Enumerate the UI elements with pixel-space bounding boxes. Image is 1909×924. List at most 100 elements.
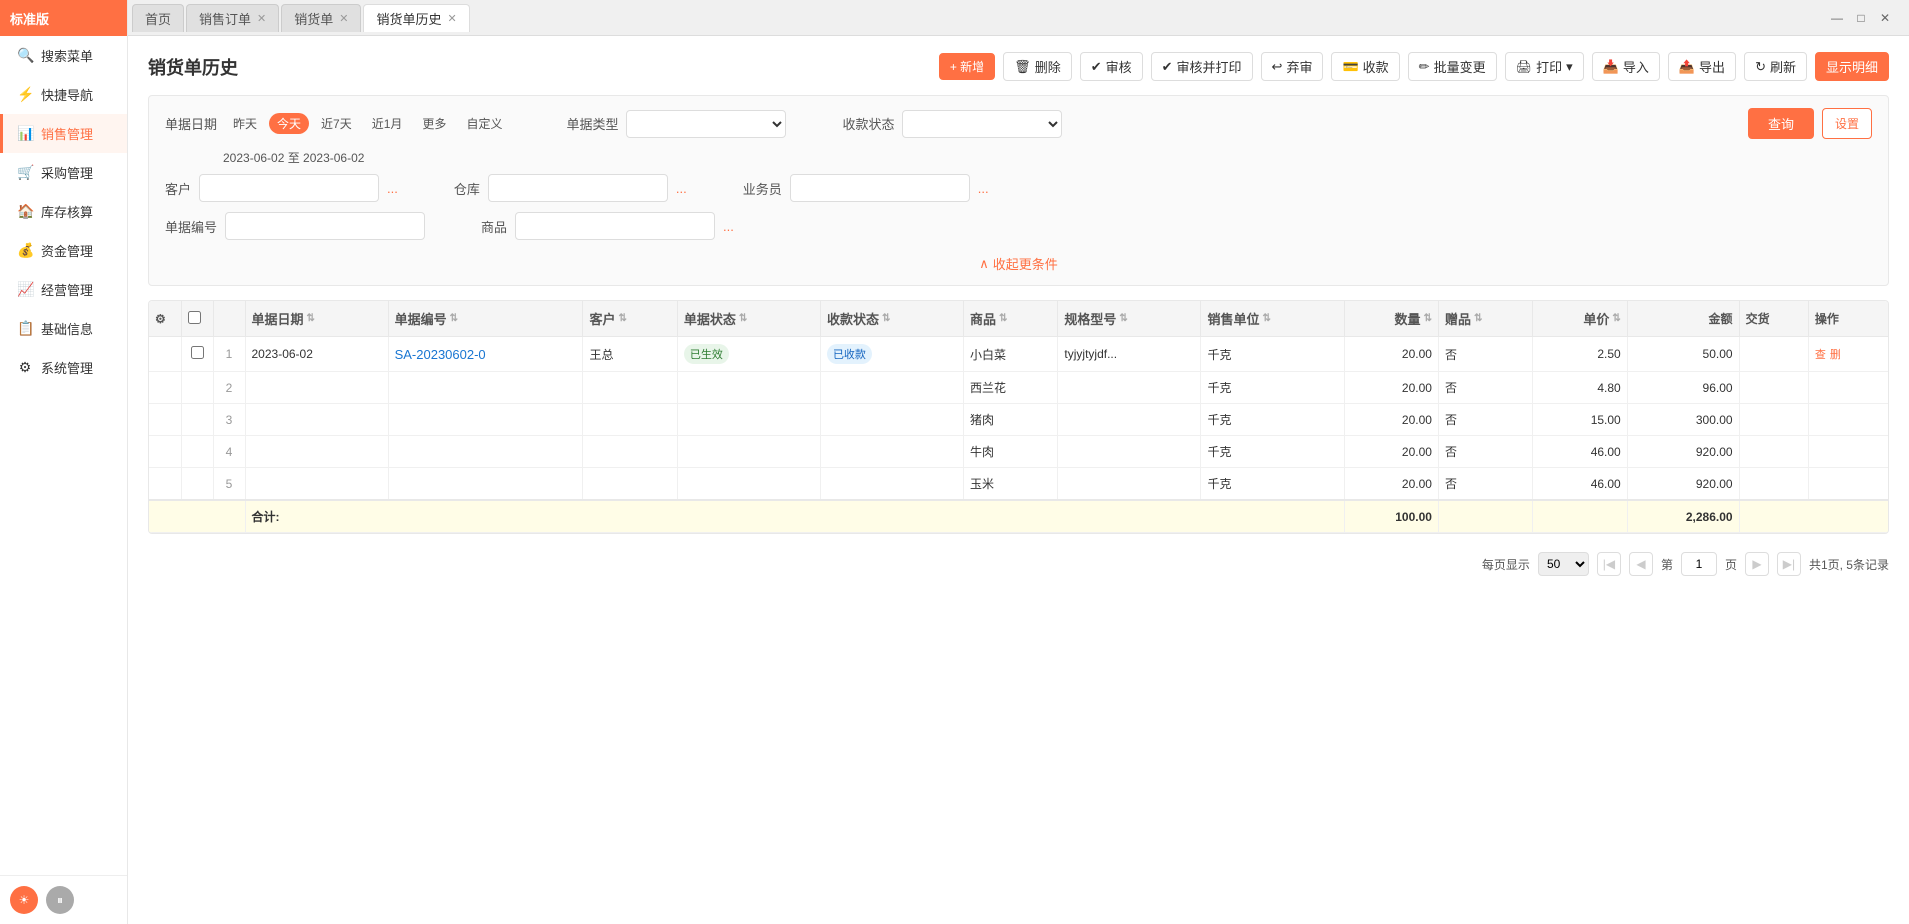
th-price[interactable]: 单价⇅ <box>1533 301 1627 337</box>
salesperson-input[interactable] <box>790 174 970 202</box>
next-page-button[interactable]: ▶ <box>1745 552 1769 576</box>
audit-print-button[interactable]: ✔ 审核并打印 <box>1151 52 1253 81</box>
print-button[interactable]: 🖨 打印 ▾ <box>1505 52 1584 81</box>
page-input[interactable] <box>1681 552 1717 576</box>
import-button[interactable]: 📥 导入 <box>1592 52 1660 81</box>
sidebar-item-biz[interactable]: 📈 经营管理 <box>0 270 127 309</box>
row-checkbox-0[interactable] <box>191 346 204 359</box>
delete-button[interactable]: 🗑 删除 <box>1003 52 1072 81</box>
sidebar-item-sys-mgmt[interactable]: ⚙ 系统管理 <box>0 348 127 387</box>
date-buttons: 昨天 今天 近7天 近1月 更多 自定义 <box>225 113 510 134</box>
audit-button[interactable]: ✔ 审核 <box>1080 52 1143 81</box>
new-button[interactable]: + 新增 <box>939 53 995 80</box>
th-date[interactable]: 单据日期⇅ <box>245 301 388 337</box>
tab-sales-order-close[interactable]: ✕ <box>257 12 266 25</box>
setting-button[interactable]: 设置 <box>1822 108 1872 139</box>
table-cell: 4.80 <box>1533 372 1627 404</box>
table-cell <box>1808 436 1888 468</box>
salesperson-ellipsis[interactable]: ... <box>978 181 989 196</box>
table-cell: 20.00 <box>1344 372 1438 404</box>
action-delete[interactable]: 删 <box>1830 349 1841 361</box>
date-btn-1month[interactable]: 近1月 <box>364 113 411 134</box>
table-cell: 20.00 <box>1344 436 1438 468</box>
export-button[interactable]: 📤 导出 <box>1668 52 1736 81</box>
warehouse-ellipsis[interactable]: ... <box>676 181 687 196</box>
sidebar-item-basic-info[interactable]: 📋 基础信息 <box>0 309 127 348</box>
tab-sales-goods[interactable]: 销货单 ✕ <box>281 4 361 32</box>
collect-button[interactable]: 💳 收款 <box>1331 52 1399 81</box>
export-icon: 📤 <box>1679 59 1695 75</box>
tab-sales-history[interactable]: 销货单历史 ✕ <box>363 4 469 32</box>
pagination: 每页显示 50 100 |◀ ◀ 第 页 ▶ ▶| 共1页, 5条记录 <box>148 544 1889 580</box>
sidebar-bottom-btn1[interactable]: ☀ <box>10 886 38 914</box>
discard-icon: ↩ <box>1272 59 1283 75</box>
prev-page-button[interactable]: ◀ <box>1629 552 1653 576</box>
date-btn-today[interactable]: 今天 <box>269 113 309 134</box>
th-spec[interactable]: 规格型号⇅ <box>1058 301 1201 337</box>
table-cell: 查删 <box>1808 337 1888 372</box>
customer-input[interactable] <box>199 174 379 202</box>
select-all-checkbox[interactable] <box>188 311 201 324</box>
close-button[interactable]: ✕ <box>1873 6 1897 30</box>
goods-input[interactable] <box>515 212 715 240</box>
page-size-select[interactable]: 50 100 <box>1538 552 1589 576</box>
sidebar-item-inventory[interactable]: 🏠 库存核算 <box>0 192 127 231</box>
maximize-button[interactable]: □ <box>1849 6 1873 30</box>
date-label: 单据日期 <box>165 114 217 133</box>
discard-button[interactable]: ↩ 弃审 <box>1261 52 1324 81</box>
table-cell <box>245 468 388 501</box>
sidebar-item-sales-mgmt[interactable]: 📊 销售管理 <box>0 114 127 153</box>
refresh-button[interactable]: ↻ 刷新 <box>1744 52 1807 81</box>
tab-sales-goods-close[interactable]: ✕ <box>339 12 348 25</box>
collect-status-select[interactable] <box>902 110 1062 138</box>
sidebar-item-fund[interactable]: 💰 资金管理 <box>0 231 127 270</box>
th-unit[interactable]: 销售单位⇅ <box>1201 301 1344 337</box>
doc-no-link[interactable]: SA-20230602-0 <box>395 347 486 362</box>
goods-ellipsis[interactable]: ... <box>723 219 734 234</box>
date-btn-more[interactable]: 更多 <box>414 113 454 134</box>
th-docno[interactable]: 单据编号⇅ <box>388 301 583 337</box>
table-cell: 千克 <box>1201 372 1344 404</box>
table-cell: 否 <box>1438 404 1532 436</box>
tab-sales-history-close[interactable]: ✕ <box>448 12 457 25</box>
tab-home[interactable]: 首页 <box>132 4 184 32</box>
doc-type-select[interactable] <box>626 110 786 138</box>
show-details-button[interactable]: 显示明细 <box>1815 52 1889 81</box>
sidebar-item-quick-nav[interactable]: ⚡ 快捷导航 <box>0 75 127 114</box>
filter-area: 单据日期 昨天 今天 近7天 近1月 更多 自定义 单据类型 <box>148 95 1889 286</box>
last-page-button[interactable]: ▶| <box>1777 552 1801 576</box>
th-gift[interactable]: 赠品⇅ <box>1438 301 1532 337</box>
table-cell <box>181 404 213 436</box>
batch-change-button[interactable]: ✏ 批量变更 <box>1408 52 1497 81</box>
table-cell: 西兰花 <box>964 372 1058 404</box>
th-settings[interactable]: ⚙ <box>149 301 181 337</box>
date-btn-custom[interactable]: 自定义 <box>458 113 510 134</box>
action-view[interactable]: 查 <box>1815 349 1826 361</box>
print-icon: 🖨 <box>1516 59 1533 75</box>
sidebar-item-purchase-mgmt[interactable]: 🛒 采购管理 <box>0 153 127 192</box>
th-customer[interactable]: 客户⇅ <box>583 301 677 337</box>
sales-icon: 📊 <box>17 125 33 142</box>
th-docstatus[interactable]: 单据状态⇅ <box>677 301 820 337</box>
minimize-button[interactable]: — <box>1825 6 1849 30</box>
first-page-button[interactable]: |◀ <box>1597 552 1621 576</box>
table-cell <box>149 404 181 436</box>
collapse-button[interactable]: ∧ 收起更条件 <box>165 250 1872 273</box>
tab-sales-order[interactable]: 销售订单 ✕ <box>186 4 279 32</box>
sidebar-item-label: 经营管理 <box>41 280 93 299</box>
customer-ellipsis[interactable]: ... <box>387 181 398 196</box>
date-btn-yesterday[interactable]: 昨天 <box>225 113 265 134</box>
warehouse-input[interactable] <box>488 174 668 202</box>
sidebar-item-search-menu[interactable]: 🔍 搜索菜单 <box>0 36 127 75</box>
window-controls: — □ ✕ <box>1825 6 1905 30</box>
th-goods[interactable]: 商品⇅ <box>964 301 1058 337</box>
table-row: 3猪肉千克20.00否15.00300.00 <box>149 404 1888 436</box>
th-collectstatus[interactable]: 收款状态⇅ <box>820 301 963 337</box>
date-btn-7days[interactable]: 近7天 <box>313 113 360 134</box>
table-cell: 20.00 <box>1344 404 1438 436</box>
sidebar-bottom-btn2[interactable]: ⏸ <box>46 886 74 914</box>
th-qty[interactable]: 数量⇅ <box>1344 301 1438 337</box>
search-button[interactable]: 查询 <box>1748 108 1814 139</box>
docno-input[interactable] <box>225 212 425 240</box>
th-checkbox <box>181 301 213 337</box>
